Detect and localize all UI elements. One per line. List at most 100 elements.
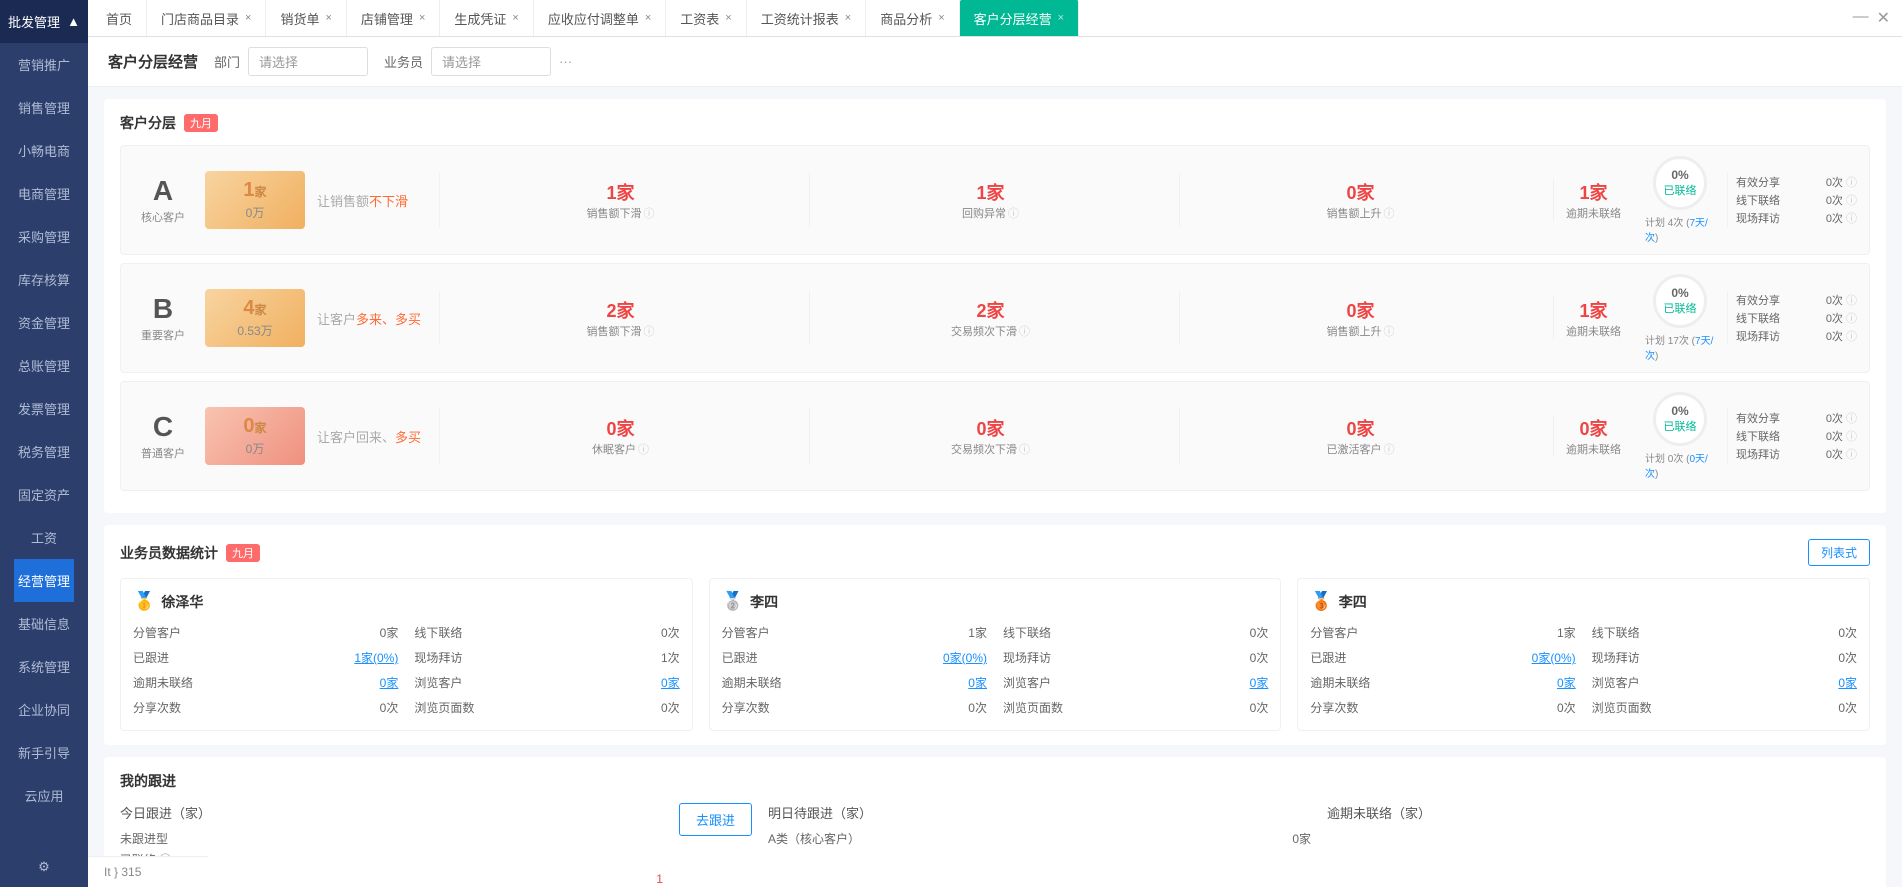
info-icon-已激活客户[interactable]: ⓘ — [1384, 441, 1395, 457]
tab-close-店铺管理[interactable]: × — [419, 12, 425, 24]
stat-label-已跟进: 已跟进 — [133, 649, 169, 666]
tab-close-工资表[interactable]: × — [725, 12, 731, 24]
right-stat-info-线下联络[interactable]: ⓘ — [1846, 313, 1857, 325]
staff-stat-浏览页面数: 浏览页面数 0次 — [1003, 697, 1268, 718]
sidebar-item-营销推广[interactable]: 营销推广 — [14, 43, 74, 86]
right-stat-info-有效分享[interactable]: ⓘ — [1846, 413, 1857, 425]
tab-close-销货单[interactable]: × — [325, 12, 331, 24]
circle-pct-A: 0% — [1671, 168, 1688, 182]
tier-label-B: B 重要客户 — [133, 293, 193, 343]
sidebar-item-库存核算[interactable]: 库存核算 — [14, 258, 74, 301]
stat-label-浏览页面数: 浏览页面数 — [1592, 699, 1652, 716]
staff-select[interactable]: 请选择 — [431, 47, 551, 76]
tier-count-B[interactable]: 4家 0.53万 — [205, 289, 305, 347]
filter-more-icon[interactable]: ··· — [559, 54, 572, 69]
right-stat-label-有效分享: 有效分享 — [1736, 410, 1780, 426]
info-icon-休眠客户[interactable]: ⓘ — [638, 441, 649, 457]
bottom-hint: It } 315 — [88, 856, 208, 887]
sidebar-item-电商管理[interactable]: 电商管理 — [14, 172, 74, 215]
sidebar-header[interactable]: 批发管理 ▲ — [0, 0, 88, 43]
tab-close-应收应付调整单[interactable]: × — [645, 12, 651, 24]
tab-应收应付调整单[interactable]: 应收应付调整单× — [534, 0, 666, 36]
info-icon-交易频次下滑[interactable]: ⓘ — [1019, 441, 1030, 457]
info-icon-销售额上升[interactable]: ⓘ — [1384, 205, 1395, 221]
tier-stat-销售额上升: 0家 销售额上升 ⓘ — [1179, 173, 1541, 227]
window-minimize-icon[interactable]: — — [1853, 8, 1869, 28]
stat-val-现场拜访: 0次 — [1250, 649, 1269, 666]
sidebar-item-企业协同[interactable]: 企业协同 — [14, 688, 74, 731]
right-stat-info-有效分享[interactable]: ⓘ — [1846, 177, 1857, 189]
sidebar-item-云应用[interactable]: 云应用 — [14, 774, 74, 817]
sidebar-item-固定资产[interactable]: 固定资产 — [14, 473, 74, 516]
settings-icon[interactable]: ⚙ — [0, 847, 88, 887]
sidebar-item-发票管理[interactable]: 发票管理 — [14, 387, 74, 430]
stat-val-逾期未联络[interactable]: 0家 — [968, 674, 987, 691]
customer-tier-section: 客户分层 九月 A 核心客户 1家 0万 让销售额不下滑 1家 销售额下滑 ⓘ … — [104, 99, 1886, 513]
sidebar-collapse-icon[interactable]: ▲ — [67, 14, 80, 29]
stat-label-现场拜访: 现场拜访 — [1592, 649, 1640, 666]
info-icon-销售额下滑[interactable]: ⓘ — [644, 323, 655, 339]
list-view-button[interactable]: 列表式 — [1808, 539, 1870, 566]
tab-门店商品目录[interactable]: 门店商品目录× — [147, 0, 266, 36]
tier-letter-B: B — [133, 293, 193, 325]
tab-销货单[interactable]: 销货单× — [266, 0, 346, 36]
stat-val-逾期未联络[interactable]: 0家 — [1557, 674, 1576, 691]
sidebar-item-工资[interactable]: 工资 — [14, 516, 74, 559]
stat-val-已跟进[interactable]: 0家(0%) — [1532, 649, 1576, 666]
stat-val-已跟进[interactable]: 0家(0%) — [943, 649, 987, 666]
tab-close-客户分层经营[interactable]: × — [1058, 12, 1064, 24]
tab-工资统计报表[interactable]: 工资统计报表× — [747, 0, 866, 36]
tab-close-门店商品目录[interactable]: × — [245, 12, 251, 24]
sidebar-item-新手引导[interactable]: 新手引导 — [14, 731, 74, 774]
stat-label-分享次数: 分享次数 — [722, 699, 770, 716]
tier-count-A[interactable]: 1家 0万 — [205, 171, 305, 229]
info-icon-回购异常[interactable]: ⓘ — [1008, 205, 1019, 221]
sidebar-item-小畅电商[interactable]: 小畅电商 — [14, 129, 74, 172]
right-stat-info-现场拜访[interactable]: ⓘ — [1846, 449, 1857, 461]
tab-close-生成凭证[interactable]: × — [512, 12, 518, 24]
info-icon-销售额下滑[interactable]: ⓘ — [644, 205, 655, 221]
right-stat-info-现场拜访[interactable]: ⓘ — [1846, 331, 1857, 343]
stat-val-浏览客户[interactable]: 0家 — [661, 674, 680, 691]
right-stat-label-线下联络: 线下联络 — [1736, 192, 1780, 208]
stat-val-浏览客户[interactable]: 0家 — [1838, 674, 1857, 691]
sidebar-item-销售管理[interactable]: 销售管理 — [14, 86, 74, 129]
staff-name-row-李四: 🥈 李四 — [722, 591, 1269, 612]
info-icon-销售额上升[interactable]: ⓘ — [1384, 323, 1395, 339]
sidebar-item-采购管理[interactable]: 采购管理 — [14, 215, 74, 258]
sidebar-item-资金管理[interactable]: 资金管理 — [14, 301, 74, 344]
right-stat-info-现场拜访[interactable]: ⓘ — [1846, 213, 1857, 225]
tomorrow-col-title: 明日待跟进（家） — [768, 803, 1311, 822]
sidebar-item-经营管理[interactable]: 经营管理 — [14, 559, 74, 602]
goto-followup-button[interactable]: 去跟进 — [679, 803, 752, 836]
window-close-icon[interactable]: ✕ — [1877, 8, 1890, 28]
sidebar-item-税务管理[interactable]: 税务管理 — [14, 430, 74, 473]
staff-stat-分享次数: 分享次数 0次 — [722, 697, 987, 718]
right-stat-info-线下联络[interactable]: ⓘ — [1846, 431, 1857, 443]
tab-工资表[interactable]: 工资表× — [666, 0, 746, 36]
stat-val-已跟进[interactable]: 1家(0%) — [354, 649, 398, 666]
tab-客户分层经营[interactable]: 客户分层经营× — [960, 0, 1079, 36]
tab-店铺管理[interactable]: 店铺管理× — [347, 0, 440, 36]
sidebar-item-总账管理[interactable]: 总账管理 — [14, 344, 74, 387]
right-stat-info-有效分享[interactable]: ⓘ — [1846, 295, 1857, 307]
dept-select[interactable]: 请选择 — [248, 47, 368, 76]
stat-val-浏览客户[interactable]: 0家 — [1250, 674, 1269, 691]
tier-count-C[interactable]: 0家 0万 — [205, 407, 305, 465]
tier-stat-num-休眠客户: 0家 — [446, 415, 795, 441]
tab-close-工资统计报表[interactable]: × — [845, 12, 851, 24]
tab-bar: 首页门店商品目录×销货单×店铺管理×生成凭证×应收应付调整单×工资表×工资统计报… — [88, 0, 1902, 37]
tab-商品分析[interactable]: 商品分析× — [866, 0, 959, 36]
tab-生成凭证[interactable]: 生成凭证× — [440, 0, 533, 36]
right-stat-有效分享: 有效分享 0次 ⓘ — [1736, 173, 1857, 191]
tab-首页[interactable]: 首页 — [92, 0, 147, 36]
info-icon-交易频次下滑[interactable]: ⓘ — [1019, 323, 1030, 339]
tier-stat-num-交易频次下滑: 0家 — [816, 415, 1165, 441]
staff-stat-分享次数: 分享次数 0次 — [133, 697, 398, 718]
tab-close-商品分析[interactable]: × — [938, 12, 944, 24]
tier-circle-A: 0% 已联络 计划 4次 (7天/次) — [1645, 156, 1715, 244]
sidebar-item-基础信息[interactable]: 基础信息 — [14, 602, 74, 645]
stat-val-逾期未联络[interactable]: 0家 — [380, 674, 399, 691]
right-stat-info-线下联络[interactable]: ⓘ — [1846, 195, 1857, 207]
sidebar-item-系统管理[interactable]: 系统管理 — [14, 645, 74, 688]
